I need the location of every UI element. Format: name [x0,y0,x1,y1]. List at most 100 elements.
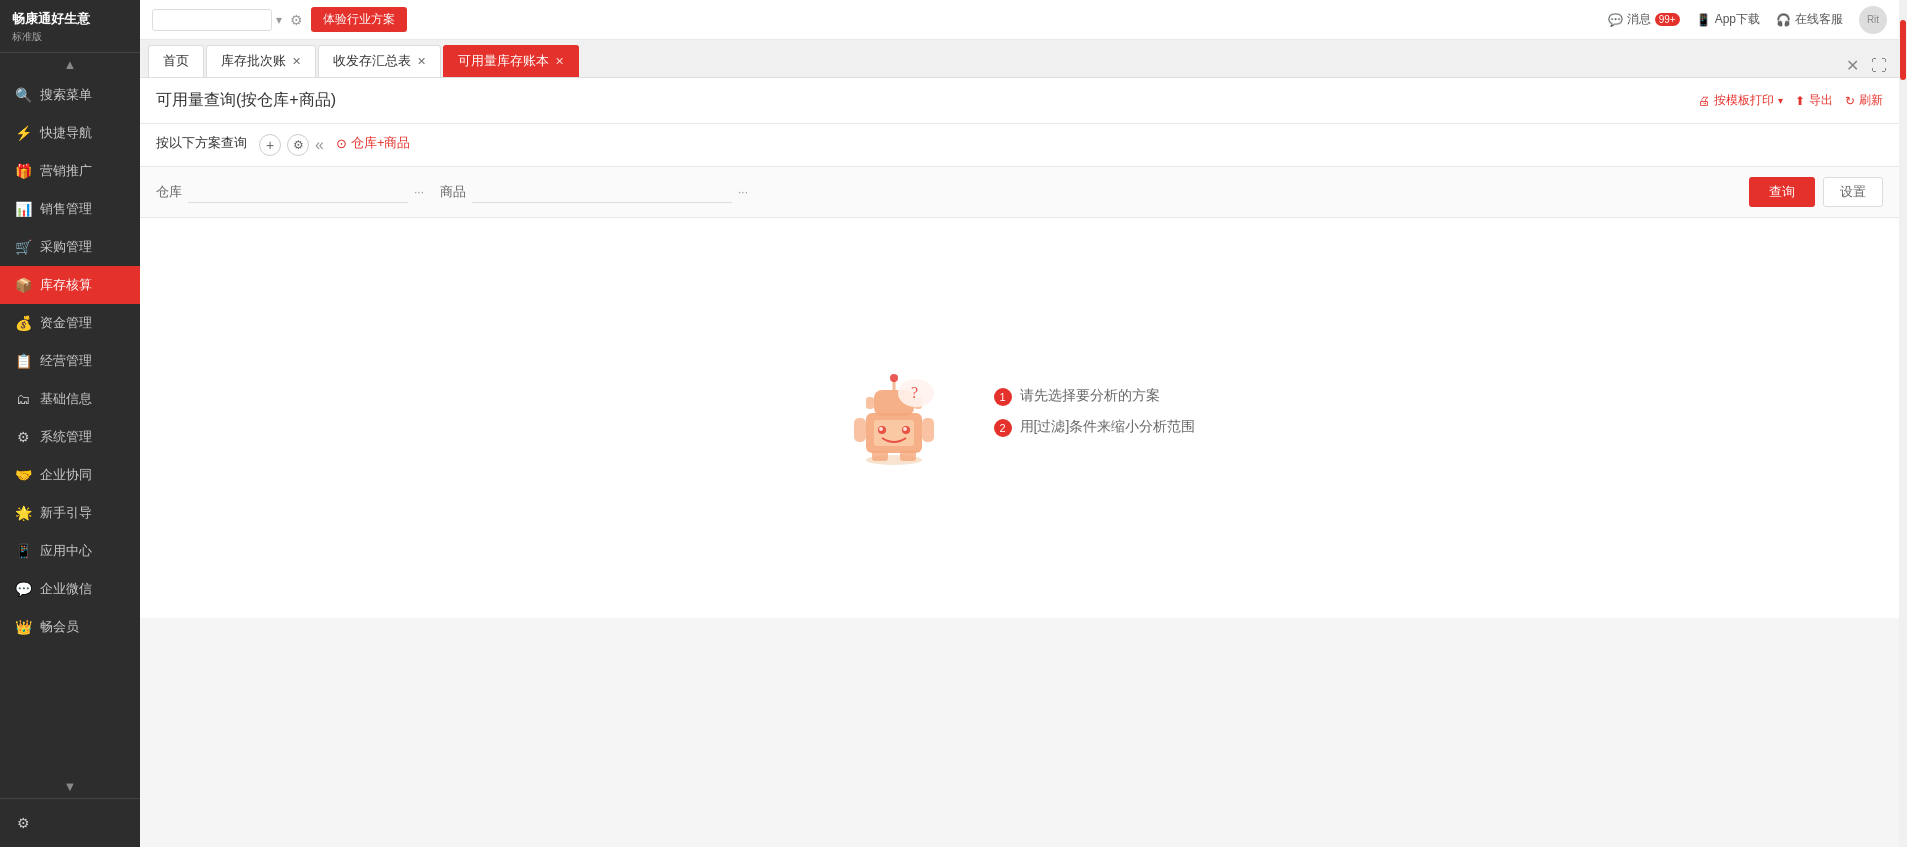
tab-close-all-button[interactable]: ✕ [1842,54,1863,77]
export-icon: ⬆ [1795,94,1805,108]
tab-batch-ledger[interactable]: 库存批次账 ✕ [206,45,316,77]
tab-receive-summary-close[interactable]: ✕ [417,55,426,68]
scrollbar-thumb[interactable] [1900,20,1906,80]
filter-scheme-item[interactable]: ⊙ 仓库+商品 [336,134,411,152]
svg-point-9 [890,374,898,382]
goods-field: 商品 ··· [440,181,748,203]
tab-expand-button[interactable]: ⛶ [1867,55,1891,77]
print-button[interactable]: 🖨 按模板打印 ▾ [1698,92,1783,109]
star-icon: 🌟 [14,505,32,521]
avatar[interactable]: Rit [1859,6,1887,34]
sidebar-item-inventory[interactable]: 📦 库存核算 [0,266,140,304]
chevron-down-icon[interactable]: ▾ [276,13,282,27]
refresh-button[interactable]: ↻ 刷新 [1845,92,1883,109]
tip-num-1: 1 [994,388,1012,406]
page-title: 可用量查询(按仓库+商品) [156,90,336,111]
warehouse-more-icon[interactable]: ··· [414,185,424,199]
sidebar-settings[interactable]: ⚙ [0,807,140,839]
sidebar-item-shortcut[interactable]: ⚡ 快捷导航 [0,114,140,152]
sidebar-item-search[interactable]: 🔍 搜索菜单 [0,76,140,114]
export-label: 导出 [1809,92,1833,109]
sidebar-item-label: 基础信息 [40,390,92,408]
scheme-icon: ⊙ [336,136,347,151]
topbar-right: 💬 消息 99+ 📱 App下载 🎧 在线客服 Rit [1608,6,1887,34]
query-button[interactable]: 查询 [1749,177,1815,207]
sidebar-item-label: 畅会员 [40,618,79,636]
sidebar-item-member[interactable]: 👑 畅会员 [0,608,140,646]
goods-more-icon[interactable]: ··· [738,185,748,199]
filter-collapse-icon[interactable]: « [315,136,324,154]
sidebar-item-finance[interactable]: 💰 资金管理 [0,304,140,342]
svg-text:?: ? [911,384,918,401]
sidebar-item-label: 库存核算 [40,276,92,294]
handshake-icon: 🤝 [14,467,32,483]
sidebar-item-label: 采购管理 [40,238,92,256]
empty-tip-2: 2 用[过滤]条件来缩小分析范围 [994,418,1196,437]
main-area: ▾ ⚙ 体验行业方案 💬 消息 99+ 📱 App下载 🎧 在线客服 Rit [140,0,1899,847]
refresh-icon: ↻ [1845,94,1855,108]
tab-home[interactable]: 首页 [148,45,204,77]
refresh-label: 刷新 [1859,92,1883,109]
goods-input[interactable] [472,181,732,203]
sidebar-bottom: ⚙ [0,798,140,847]
filter-settings-button[interactable]: ⚙ [287,134,309,156]
settings-button[interactable]: 设置 [1823,177,1883,207]
tab-batch-ledger-close[interactable]: ✕ [292,55,301,68]
filter-label-text: 按以下方案查询 [156,134,247,152]
gift-icon: 🎁 [14,163,32,179]
message-button[interactable]: 💬 消息 99+ [1608,11,1680,28]
sidebar-item-appstore[interactable]: 📱 应用中心 [0,532,140,570]
message-badge: 99+ [1655,13,1680,26]
warehouse-field: 仓库 ··· [156,181,424,203]
topbar-gear-icon[interactable]: ⚙ [290,12,303,28]
sidebar-menu: 🔍 搜索菜单 ⚡ 快捷导航 🎁 营销推广 📊 销售管理 🛒 采购管理 📦 库存核… [0,76,140,775]
tip-num-2: 2 [994,419,1012,437]
clipboard-icon: 📋 [14,353,32,369]
online-service-label: 在线客服 [1795,11,1843,28]
svg-rect-13 [900,451,916,461]
warehouse-input[interactable] [188,181,408,203]
folder-icon: 🗂 [14,391,32,407]
tabbar-actions: ✕ ⛶ [1842,54,1891,77]
filter-bar: 按以下方案查询 + ⚙ « ⊙ 仓库+商品 [140,124,1899,167]
tab-available-ledger[interactable]: 可用量库存账本 ✕ [443,45,579,77]
app-download-label: App下载 [1715,11,1760,28]
search-input[interactable] [152,9,272,31]
sidebar-item-guide[interactable]: 🌟 新手引导 [0,494,140,532]
content-area: 可用量查询(按仓库+商品) 🖨 按模板打印 ▾ ⬆ 导出 ↻ 刷新 [140,78,1899,847]
headset-icon: 🎧 [1776,13,1791,27]
online-service-button[interactable]: 🎧 在线客服 [1776,11,1843,28]
sidebar-scroll-up[interactable]: ▲ [0,53,140,76]
industry-solution-button[interactable]: 体验行业方案 [311,7,407,32]
tab-home-label: 首页 [163,52,189,70]
sidebar: 畅康通好生意 标准版 ▲ 🔍 搜索菜单 ⚡ 快捷导航 🎁 营销推广 📊 销售管理… [0,0,140,847]
sidebar-item-operations[interactable]: 📋 经营管理 [0,342,140,380]
print-icon: 🖨 [1698,94,1710,108]
topbar-search: ▾ [152,9,282,31]
sidebar-item-label: 新手引导 [40,504,92,522]
tab-available-ledger-close[interactable]: ✕ [555,55,564,68]
print-chevron-icon[interactable]: ▾ [1778,95,1783,106]
sidebar-item-basic[interactable]: 🗂 基础信息 [0,380,140,418]
sidebar-item-wechat[interactable]: 💬 企业微信 [0,570,140,608]
sidebar-item-marketing[interactable]: 🎁 营销推广 [0,152,140,190]
sidebar-item-system[interactable]: ⚙ 系统管理 [0,418,140,456]
right-scrollbar[interactable] [1899,0,1907,847]
tab-receive-summary[interactable]: 收发存汇总表 ✕ [318,45,441,77]
svg-rect-15 [922,418,934,442]
tip-text-2: 用[过滤]条件来缩小分析范围 [1020,418,1196,436]
page-header: 可用量查询(按仓库+商品) 🖨 按模板打印 ▾ ⬆ 导出 ↻ 刷新 [140,78,1899,124]
sidebar-item-enterprise[interactable]: 🤝 企业协同 [0,456,140,494]
sidebar-item-label: 搜索菜单 [40,86,92,104]
filter-add-button[interactable]: + [259,134,281,156]
sidebar-item-purchase[interactable]: 🛒 采购管理 [0,228,140,266]
sidebar-item-label: 销售管理 [40,200,92,218]
sidebar-item-sales[interactable]: 📊 销售管理 [0,190,140,228]
chat-icon: 💬 [14,581,32,597]
message-label: 消息 [1627,11,1651,28]
tab-available-ledger-label: 可用量库存账本 [458,52,549,70]
chart-icon: 📊 [14,201,32,217]
app-download-button[interactable]: 📱 App下载 [1696,11,1760,28]
export-button[interactable]: ⬆ 导出 [1795,92,1833,109]
sidebar-scroll-down[interactable]: ▼ [0,775,140,798]
